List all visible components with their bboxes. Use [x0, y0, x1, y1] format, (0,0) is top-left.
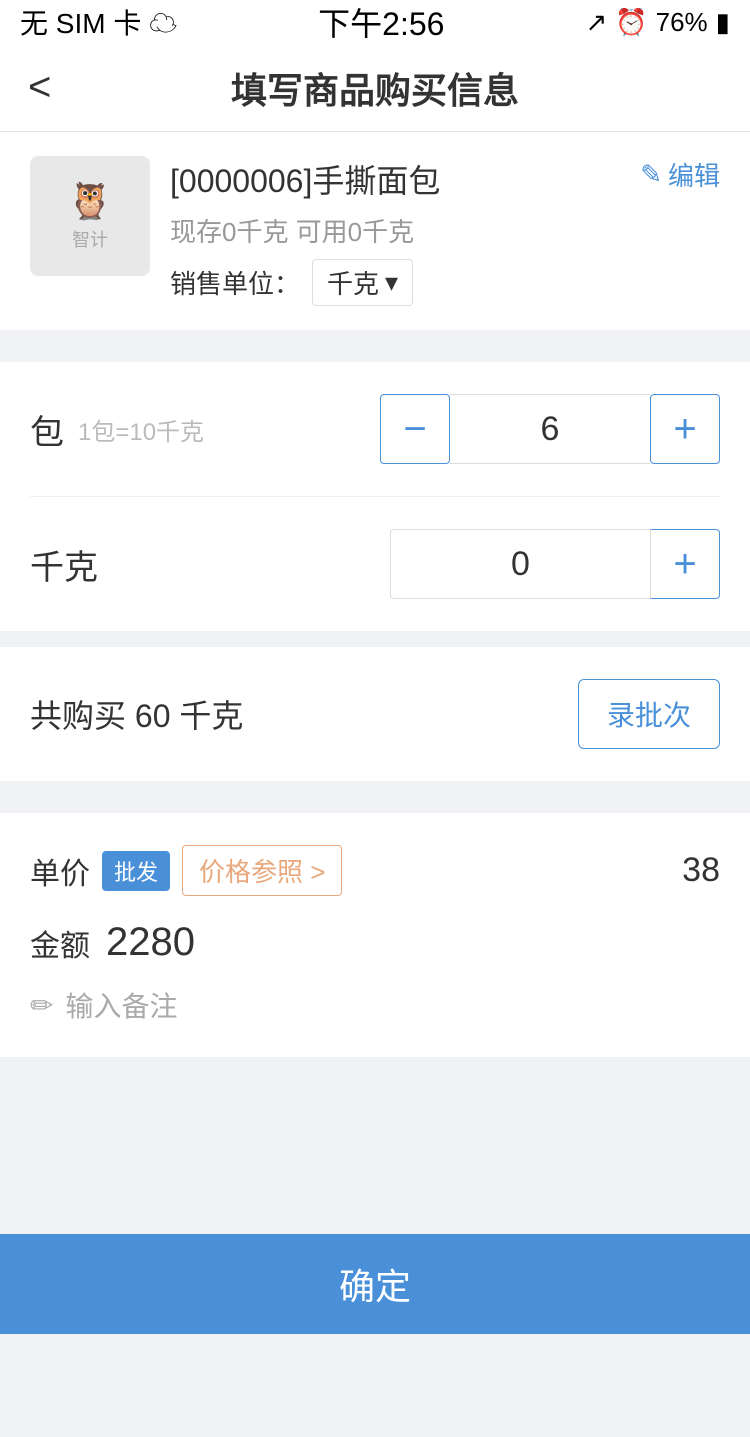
product-stock: 现存0千克 可用0千克 [170, 212, 720, 249]
battery-text: 76% [656, 7, 708, 38]
pencil-icon: ✏ [30, 989, 53, 1022]
edit-label: 编辑 [668, 156, 720, 193]
owl-icon: 🦉 [68, 180, 113, 222]
product-image-label: 智计 [72, 226, 108, 252]
record-batch-button[interactable]: 录批次 [578, 679, 720, 749]
package-input[interactable] [450, 394, 650, 464]
package-label: 包 1包=10千克 [30, 405, 204, 454]
status-bar: 无 SIM 卡 ☁ 下午2:56 ↗ ⏰ 76% ▮ [0, 0, 750, 44]
edit-icon: ✎ [640, 159, 662, 190]
battery-icon: ▮ [716, 7, 730, 38]
kg-quantity-control: + [390, 529, 720, 599]
product-info: [0000006]手撕面包 现存0千克 可用0千克 销售单位： 千克 ▾ [170, 156, 720, 306]
package-minus-button[interactable]: − [380, 394, 450, 464]
amount-value: 2280 [106, 920, 195, 965]
amount-label: 金额 [30, 921, 90, 965]
price-section: 单价 批发 价格参照 > 38 金额 2280 ✏ 输入备注 [0, 813, 750, 1057]
kg-label: 千克 [30, 540, 98, 589]
divider-3 [0, 797, 750, 813]
price-value: 38 [682, 851, 720, 890]
dropdown-icon: ▾ [385, 267, 398, 298]
back-button[interactable]: < [28, 65, 51, 110]
amount-row: 金额 2280 [30, 920, 720, 965]
confirm-button[interactable]: 确定 [0, 1234, 750, 1334]
unit-value: 千克 [327, 264, 379, 301]
input-section: 包 1包=10千克 − + 千克 + [0, 362, 750, 631]
price-row: 单价 批发 价格参照 > 38 [30, 845, 720, 896]
package-quantity-control: − + [380, 394, 720, 464]
price-label-group: 单价 批发 价格参照 > [30, 845, 342, 896]
no-sim-text: 无 SIM 卡 ☁ [20, 2, 177, 42]
status-left: 无 SIM 卡 ☁ [20, 2, 177, 42]
remark-row[interactable]: ✏ 输入备注 [30, 985, 720, 1025]
kg-plus-button[interactable]: + [650, 529, 720, 599]
divider-2 [0, 631, 750, 647]
price-reference-button[interactable]: 价格参照 > [182, 845, 342, 896]
alarm-icon: ⏰ [615, 7, 647, 38]
package-plus-button[interactable]: + [650, 394, 720, 464]
divider-1 [0, 346, 750, 362]
price-type-tag: 批发 [102, 851, 170, 891]
nav-bar: < 填写商品购买信息 [0, 44, 750, 132]
package-hint: 1包=10千克 [78, 412, 204, 447]
product-unit-row: 销售单位： 千克 ▾ [170, 259, 720, 306]
product-image: 🦉 智计 [30, 156, 150, 276]
total-row: 共购买 60 千克 录批次 [0, 647, 750, 781]
unit-label: 销售单位： [170, 264, 300, 301]
total-text: 共购买 60 千克 [30, 691, 243, 737]
price-label: 单价 [30, 849, 90, 893]
kg-input[interactable] [390, 529, 650, 599]
product-card: 🦉 智计 [0000006]手撕面包 现存0千克 可用0千克 销售单位： 千克 … [0, 132, 750, 330]
unit-select[interactable]: 千克 ▾ [312, 259, 413, 306]
package-row: 包 1包=10千克 − + [30, 362, 720, 497]
product-name: [0000006]手撕面包 [170, 156, 720, 202]
kg-row: 千克 + [30, 497, 720, 631]
location-icon: ↗ [585, 7, 607, 38]
status-time: 下午2:56 [318, 0, 444, 45]
edit-button[interactable]: ✎ 编辑 [640, 156, 720, 193]
remark-label: 输入备注 [65, 985, 177, 1025]
page-title: 填写商品购买信息 [231, 62, 519, 114]
status-right: ↗ ⏰ 76% ▮ [585, 7, 730, 38]
